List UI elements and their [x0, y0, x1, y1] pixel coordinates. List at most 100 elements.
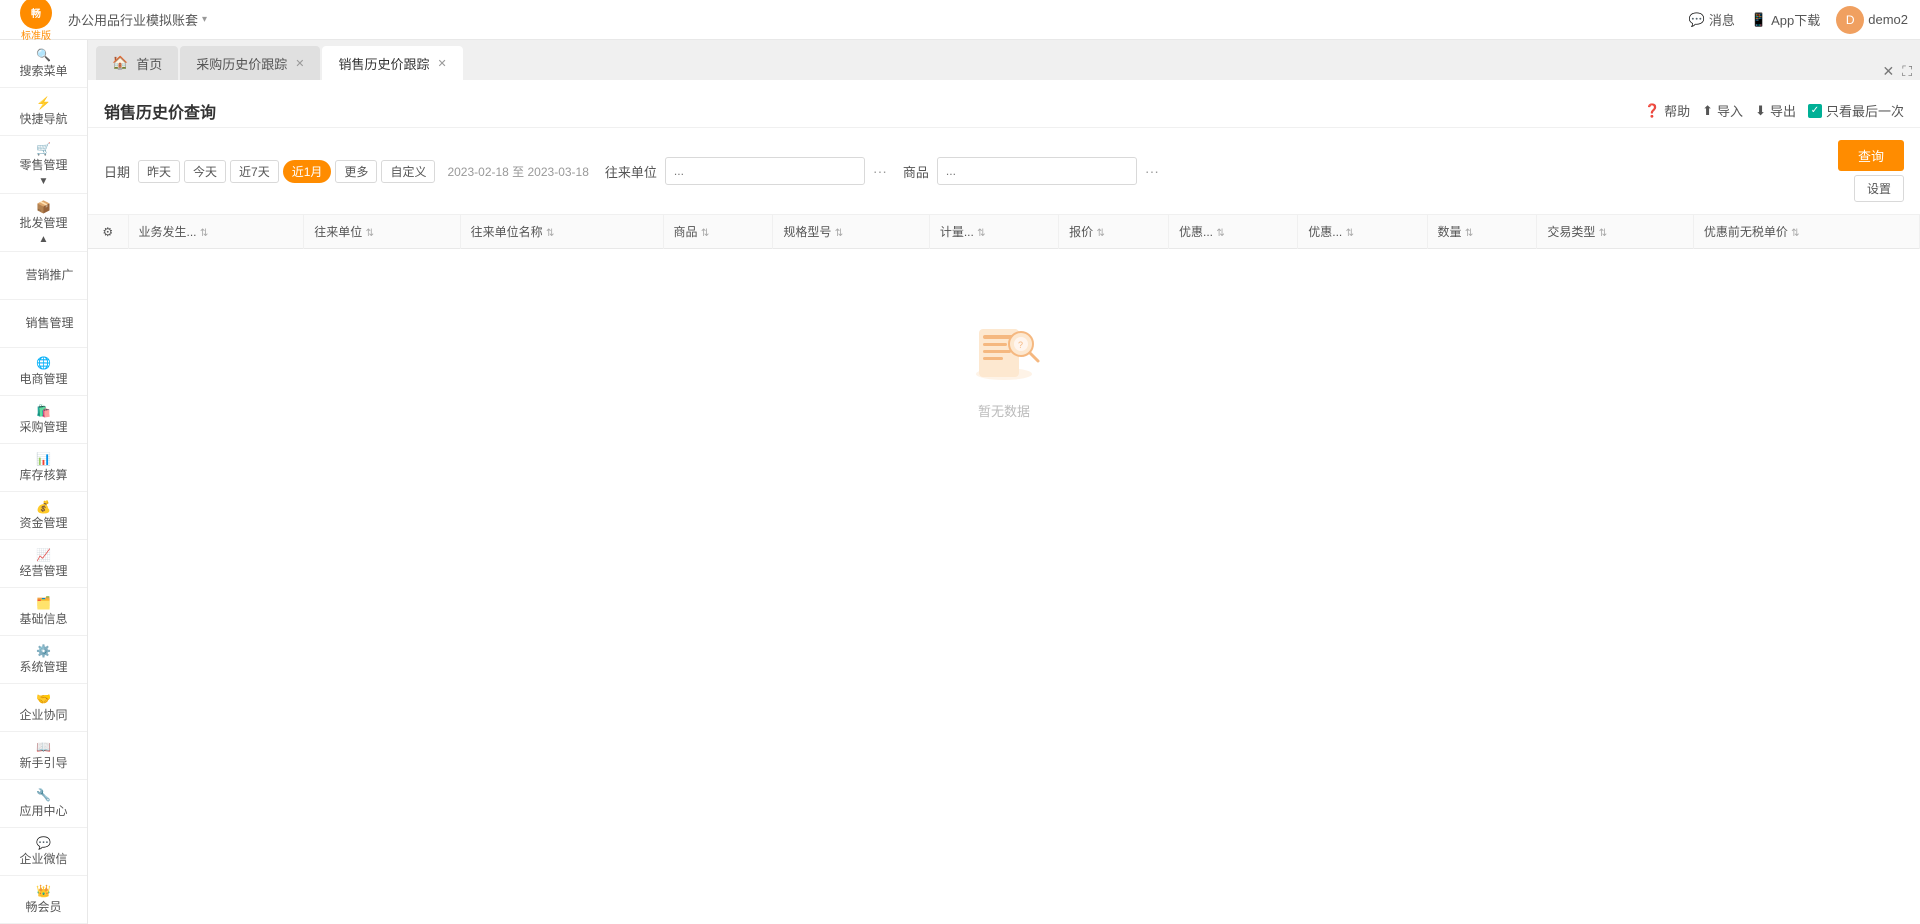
tab-actions: ✕ ⛶: [1882, 63, 1912, 80]
tab-home-label: 首页: [136, 54, 162, 73]
unit-label: 往来单位: [605, 162, 657, 181]
guide-icon: 📖: [36, 740, 51, 754]
th-pre-discount-price[interactable]: 优惠前无税单价 ⇅: [1693, 215, 1919, 249]
company-name: 办公用品行业模拟账套: [68, 10, 198, 29]
message-icon: 💬: [1689, 12, 1705, 28]
sidebar-item-quick-nav[interactable]: ⚡ 快捷导航: [0, 88, 87, 136]
th-unit-name-label: 往来单位名称: [471, 225, 543, 239]
app-download-btn[interactable]: 📱 App下载: [1751, 10, 1820, 29]
member-icon: 👑: [36, 884, 51, 898]
th-discount1[interactable]: 优惠... ⇅: [1168, 215, 1297, 249]
sidebar-item-retail[interactable]: 🛒 零售管理 ▼: [0, 136, 87, 194]
th-unit-measure[interactable]: 计量... ⇅: [929, 215, 1058, 249]
system-icon: ⚙️: [36, 644, 51, 658]
user-menu[interactable]: D demo2: [1836, 6, 1908, 34]
date-btn-more[interactable]: 更多: [335, 160, 377, 183]
sidebar-item-basic-info[interactable]: 🗂️ 基础信息: [0, 588, 87, 636]
th-unit-name[interactable]: 往来单位名称 ⇅: [460, 215, 663, 249]
sidebar: 🔍 搜索菜单 ⚡ 快捷导航 🛒 零售管理 ▼ 📦 批发管理 ▲ 营销推广 销售管…: [0, 40, 88, 924]
data-table: ⚙ 业务发生... ⇅ 往来单位 ⇅ 往来单位名称: [88, 215, 1920, 249]
sidebar-item-inventory[interactable]: 📊 库存核算: [0, 444, 87, 492]
tab-sales-history[interactable]: 销售历史价跟踪 ✕: [322, 46, 462, 80]
sidebar-label-retail: 零售管理: [19, 158, 67, 174]
settings-gear-icon[interactable]: ⚙: [102, 225, 113, 239]
th-trade-type[interactable]: 交易类型 ⇅: [1537, 215, 1693, 249]
only-last-label: 只看最后一次: [1826, 101, 1904, 120]
sidebar-item-enterprise[interactable]: 🤝 企业协同: [0, 684, 87, 732]
operations-icon: 📈: [36, 548, 51, 562]
sidebar-item-ecommerce[interactable]: 🌐 电商管理: [0, 348, 87, 396]
th-spec[interactable]: 规格型号 ⇅: [773, 215, 929, 249]
company-selector[interactable]: 办公用品行业模拟账套 ▾: [68, 10, 207, 29]
th-goods[interactable]: 商品 ⇅: [663, 215, 773, 249]
date-btn-yesterday[interactable]: 昨天: [138, 160, 180, 183]
th-price[interactable]: 报价 ⇅: [1059, 215, 1169, 249]
only-last-toggle[interactable]: ✓ 只看最后一次: [1808, 101, 1904, 120]
sidebar-item-wholesale[interactable]: 📦 批发管理 ▲: [0, 194, 87, 252]
sort-icon-pre-discount: ⇅: [1791, 228, 1799, 239]
topbar-right: 💬 消息 📱 App下载 D demo2: [1689, 6, 1908, 34]
th-business-date[interactable]: 业务发生... ⇅: [128, 215, 304, 249]
sidebar-item-guide[interactable]: 📖 新手引导: [0, 732, 87, 780]
th-settings[interactable]: ⚙: [88, 215, 128, 249]
tab-purchase-close[interactable]: ✕: [295, 57, 304, 70]
goods-input[interactable]: [937, 157, 1137, 185]
th-unit-measure-label: 计量...: [940, 225, 974, 239]
selector-arrow: ▾: [202, 14, 207, 25]
page-actions: ❓ 帮助 ⬆ 导入 ⬇ 导出 ✓ 只看最后一次: [1644, 101, 1904, 120]
date-btn-1month[interactable]: 近1月: [283, 160, 332, 183]
import-label: 导入: [1717, 101, 1743, 120]
sidebar-item-apps[interactable]: 🔧 应用中心: [0, 780, 87, 828]
sidebar-item-sales[interactable]: 销售管理: [0, 300, 87, 348]
unit-filter-group: 往来单位 ···: [605, 157, 887, 185]
message-btn[interactable]: 💬 消息: [1689, 10, 1735, 29]
th-discount2[interactable]: 优惠... ⇅: [1298, 215, 1427, 249]
tab-home[interactable]: 🏠 首页: [96, 46, 178, 80]
close-all-btn[interactable]: ✕: [1882, 63, 1894, 80]
date-btn-custom[interactable]: 自定义: [381, 160, 435, 183]
avatar: D: [1836, 6, 1864, 34]
inventory-icon: 📊: [36, 452, 51, 466]
settings-button[interactable]: 设置: [1854, 175, 1904, 202]
th-unit[interactable]: 往来单位 ⇅: [304, 215, 460, 249]
sidebar-label-wholesale: 批发管理: [19, 216, 67, 232]
sidebar-item-wechat[interactable]: 💬 企业微信: [0, 828, 87, 876]
tab-purchase-history[interactable]: 采购历史价跟踪 ✕: [180, 46, 320, 80]
page-title: 销售历史价查询: [104, 99, 216, 123]
sidebar-item-system[interactable]: ⚙️ 系统管理: [0, 636, 87, 684]
sidebar-item-operations[interactable]: 📈 经营管理: [0, 540, 87, 588]
filter-bar: 日期 昨天 今天 近7天 近1月 更多 自定义 2023-02-18 至 202…: [88, 128, 1920, 215]
sidebar-label-quick-nav: 快捷导航: [19, 112, 67, 128]
maximize-btn[interactable]: ⛶: [1902, 63, 1912, 80]
query-button[interactable]: 查询: [1838, 140, 1904, 171]
sidebar-item-marketing[interactable]: 营销推广: [0, 252, 87, 300]
only-last-checkbox[interactable]: ✓: [1808, 104, 1822, 118]
unit-input[interactable]: [665, 157, 865, 185]
sidebar-item-finance[interactable]: 💰 资金管理: [0, 492, 87, 540]
import-btn[interactable]: ⬆ 导入: [1702, 101, 1743, 120]
help-icon: ❓: [1644, 103, 1660, 119]
sidebar-item-search[interactable]: 🔍 搜索菜单: [0, 40, 87, 88]
help-btn[interactable]: ❓ 帮助: [1644, 101, 1690, 120]
sidebar-label-basic-info: 基础信息: [19, 612, 67, 628]
date-btn-7days[interactable]: 近7天: [230, 160, 279, 183]
wechat-icon: 💬: [36, 836, 51, 850]
retail-icon: 🛒: [36, 142, 51, 156]
tab-sales-close[interactable]: ✕: [437, 57, 446, 70]
sidebar-label-finance: 资金管理: [19, 516, 67, 532]
date-range-display: 2023-02-18 至 2023-03-18: [447, 163, 588, 180]
import-icon: ⬆: [1702, 103, 1713, 119]
date-btn-today[interactable]: 今天: [184, 160, 226, 183]
th-discount2-label: 优惠...: [1308, 225, 1342, 239]
search-icon: 🔍: [36, 48, 51, 62]
sort-icon-goods: ⇅: [701, 228, 709, 239]
export-btn[interactable]: ⬇ 导出: [1755, 101, 1796, 120]
app-download-label: App下载: [1771, 10, 1820, 29]
svg-text:畅: 畅: [31, 7, 41, 20]
sort-icon-spec: ⇅: [835, 228, 843, 239]
enterprise-icon: 🤝: [36, 692, 51, 706]
sidebar-item-purchase[interactable]: 🛍️ 采购管理: [0, 396, 87, 444]
sidebar-item-member[interactable]: 👑 畅会员: [0, 876, 87, 924]
th-quantity[interactable]: 数量 ⇅: [1427, 215, 1537, 249]
filter-right: 查询 设置: [1838, 140, 1904, 202]
